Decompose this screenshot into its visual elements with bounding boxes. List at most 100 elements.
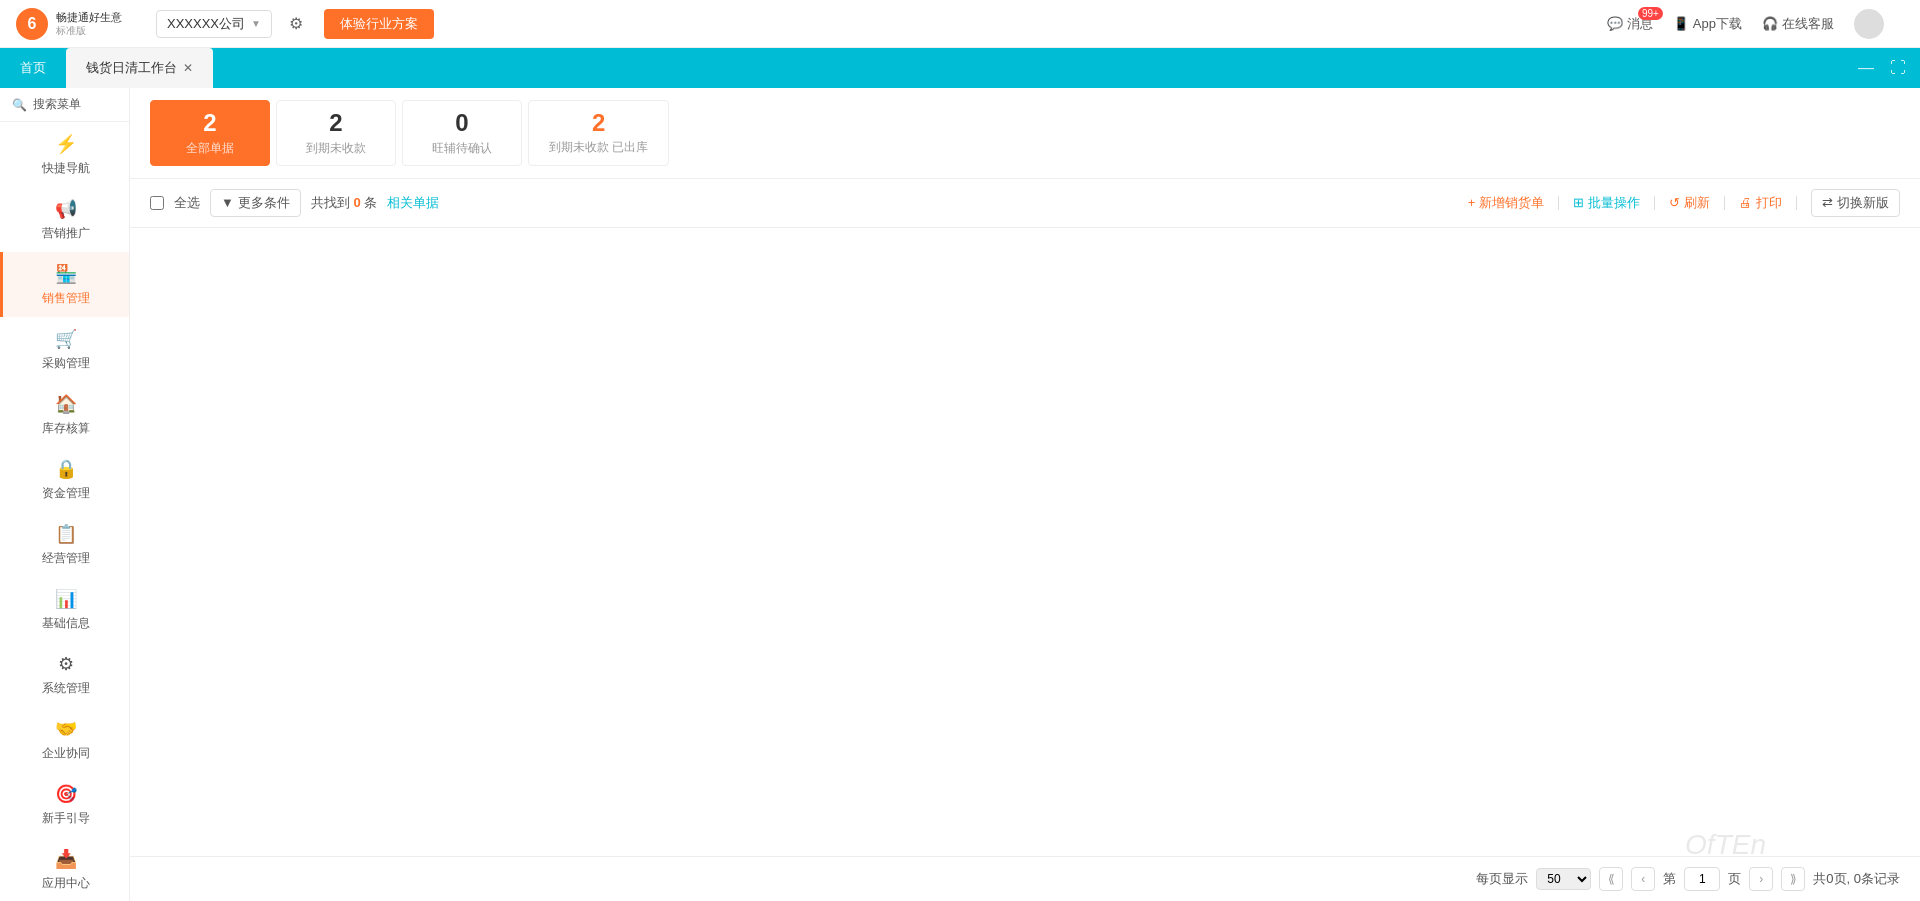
settings-button[interactable]: ⚙ (280, 8, 312, 40)
tab-home[interactable]: 首页 (0, 48, 66, 88)
sidebar-item-sales[interactable]: 🏪 销售管理 (0, 252, 129, 317)
found-count: 0 (354, 195, 361, 210)
marketing-icon: 📢 (54, 197, 78, 221)
stat-pending-count: 0 (455, 109, 468, 138)
tab-close-icon[interactable]: ✕ (183, 61, 193, 75)
inventory-icon: 🏠 (54, 392, 78, 416)
sidebar-item-quick-nav[interactable]: ⚡ 快捷导航 (0, 122, 129, 187)
sidebar-search-label: 搜索菜单 (33, 96, 81, 113)
first-page-button[interactable]: ⟪ (1599, 867, 1623, 891)
sidebar: 🔍 搜索菜单 ⚡ 快捷导航 📢 营销推广 🏪 销售管理 🛒 采购管理 🏠 库存核… (0, 88, 130, 901)
sidebar-item-label: 新手引导 (42, 810, 90, 827)
sidebar-item-label: 营销推广 (42, 225, 90, 242)
page-label: 第 (1663, 870, 1676, 888)
refresh-icon: ↺ (1669, 195, 1680, 210)
content-area: 2 全部单据 2 到期未收款 0 旺辅待确认 2 到期未收款 已出库 全选 (130, 88, 1920, 901)
select-all-checkbox[interactable] (150, 196, 164, 210)
divider (1558, 196, 1559, 210)
pagination-bar: 每页显示 50 100 200 ⟪ ‹ 第 页 › ⟫ 共0页, 0条记录 (130, 856, 1920, 901)
logo-area: 6 畅捷通好生意 标准版 (16, 8, 146, 40)
avatar[interactable] (1854, 9, 1884, 39)
sidebar-item-label: 快捷导航 (42, 160, 90, 177)
print-icon: 🖨 (1739, 195, 1752, 210)
sidebar-search[interactable]: 🔍 搜索菜单 (0, 88, 129, 122)
online-service-button[interactable]: 🎧 在线客服 (1762, 15, 1834, 33)
prev-page-button[interactable]: ‹ (1631, 867, 1655, 891)
service-icon: 🎧 (1762, 16, 1778, 31)
switch-version-button[interactable]: ⇄ 切换新版 (1811, 189, 1900, 217)
sidebar-item-label: 销售管理 (42, 290, 90, 307)
sidebar-item-inventory[interactable]: 🏠 库存核算 (0, 382, 129, 447)
sidebar-item-marketing[interactable]: 📢 营销推广 (0, 187, 129, 252)
tab-bar: 首页 钱货日清工作台 ✕ — ⛶ (0, 48, 1920, 88)
sidebar-item-finance[interactable]: 🔒 资金管理 (0, 447, 129, 512)
app-download-label: App下载 (1693, 15, 1742, 33)
enterprise-icon: 🤝 (54, 717, 78, 741)
app-center-icon: 📥 (54, 847, 78, 871)
sidebar-item-label: 应用中心 (42, 875, 90, 892)
add-sales-button[interactable]: + 新增销货单 (1468, 194, 1544, 212)
company-selector[interactable]: XXXXXX公司 ▼ (156, 10, 272, 38)
sidebar-item-system[interactable]: ⚙ 系统管理 (0, 642, 129, 707)
logo-icon: 6 (16, 8, 48, 40)
page-label2: 页 (1728, 870, 1741, 888)
message-icon: 💬 (1607, 16, 1623, 31)
company-name: XXXXXX公司 (167, 15, 245, 33)
tab-maximize-button[interactable]: ⛶ (1886, 56, 1910, 80)
stat-shipped-count: 2 (592, 109, 605, 137)
stat-card-overdue[interactable]: 2 到期未收款 (276, 100, 396, 166)
filter-button[interactable]: ▼ 更多条件 (210, 189, 301, 217)
found-text: 共找到 0 条 (311, 194, 377, 212)
online-service-label: 在线客服 (1782, 15, 1834, 33)
dropdown-icon: ▼ (251, 18, 261, 29)
total-label: 共0页, 0条记录 (1813, 870, 1900, 888)
sidebar-item-operations[interactable]: 📋 经营管理 (0, 512, 129, 577)
per-page-select[interactable]: 50 100 200 (1536, 868, 1591, 890)
stat-overdue-count: 2 (329, 109, 342, 138)
tab-minimize-button[interactable]: — (1854, 56, 1878, 80)
message-button[interactable]: 💬 消息 99+ (1607, 15, 1653, 33)
stats-row: 2 全部单据 2 到期未收款 0 旺辅待确认 2 到期未收款 已出库 (130, 88, 1920, 179)
last-page-button[interactable]: ⟫ (1781, 867, 1805, 891)
header-right: 💬 消息 99+ 📱 App下载 🎧 在线客服 (1607, 9, 1904, 39)
sidebar-item-enterprise[interactable]: 🤝 企业协同 (0, 707, 129, 772)
stat-card-all[interactable]: 2 全部单据 (150, 100, 270, 166)
print-button[interactable]: 🖨 打印 (1739, 194, 1782, 212)
toolbar-right: + 新增销货单 ⊞ 批量操作 ↺ 刷新 🖨 打印 ⇄ (1468, 189, 1900, 217)
sidebar-item-basic-info[interactable]: 📊 基础信息 (0, 577, 129, 642)
related-documents-link[interactable]: 相关单据 (387, 194, 439, 212)
stat-all-label: 全部单据 (186, 140, 234, 157)
sidebar-item-label: 系统管理 (42, 680, 90, 697)
switch-icon: ⇄ (1822, 195, 1833, 210)
filter-icon: ▼ (221, 195, 234, 210)
purchase-icon: 🛒 (54, 327, 78, 351)
search-icon: 🔍 (12, 98, 27, 112)
stat-card-shipped[interactable]: 2 到期未收款 已出库 (528, 100, 669, 166)
trial-button[interactable]: 体验行业方案 (324, 9, 434, 39)
sidebar-item-label: 基础信息 (42, 615, 90, 632)
sidebar-item-label: 库存核算 (42, 420, 90, 437)
next-page-button[interactable]: › (1749, 867, 1773, 891)
divider2 (1654, 196, 1655, 210)
app-download-button[interactable]: 📱 App下载 (1673, 15, 1742, 33)
divider4 (1796, 196, 1797, 210)
sidebar-item-newbie[interactable]: 🎯 新手引导 (0, 772, 129, 837)
maximize-icon: ⛶ (1890, 59, 1906, 77)
basic-info-icon: 📊 (54, 587, 78, 611)
stat-card-pending[interactable]: 0 旺辅待确认 (402, 100, 522, 166)
sidebar-item-purchase[interactable]: 🛒 采购管理 (0, 317, 129, 382)
refresh-button[interactable]: ↺ 刷新 (1669, 194, 1710, 212)
list-area (130, 228, 1920, 856)
app-icon: 📱 (1673, 16, 1689, 31)
page-input[interactable] (1684, 867, 1720, 891)
batch-icon: ⊞ (1573, 195, 1584, 210)
stat-shipped-label: 到期未收款 已出库 (549, 139, 648, 156)
tab-workbench[interactable]: 钱货日清工作台 ✕ (66, 48, 213, 88)
sidebar-item-label: 企业协同 (42, 745, 90, 762)
batch-operation-button[interactable]: ⊞ 批量操作 (1573, 194, 1640, 212)
sidebar-item-app-center[interactable]: 📥 应用中心 (0, 837, 129, 901)
quick-nav-icon: ⚡ (54, 132, 78, 156)
system-icon: ⚙ (54, 652, 78, 676)
message-badge: 99+ (1638, 7, 1663, 20)
toolbar: 全选 ▼ 更多条件 共找到 0 条 相关单据 + 新增销货单 ⊞ 批量操作 (130, 179, 1920, 228)
